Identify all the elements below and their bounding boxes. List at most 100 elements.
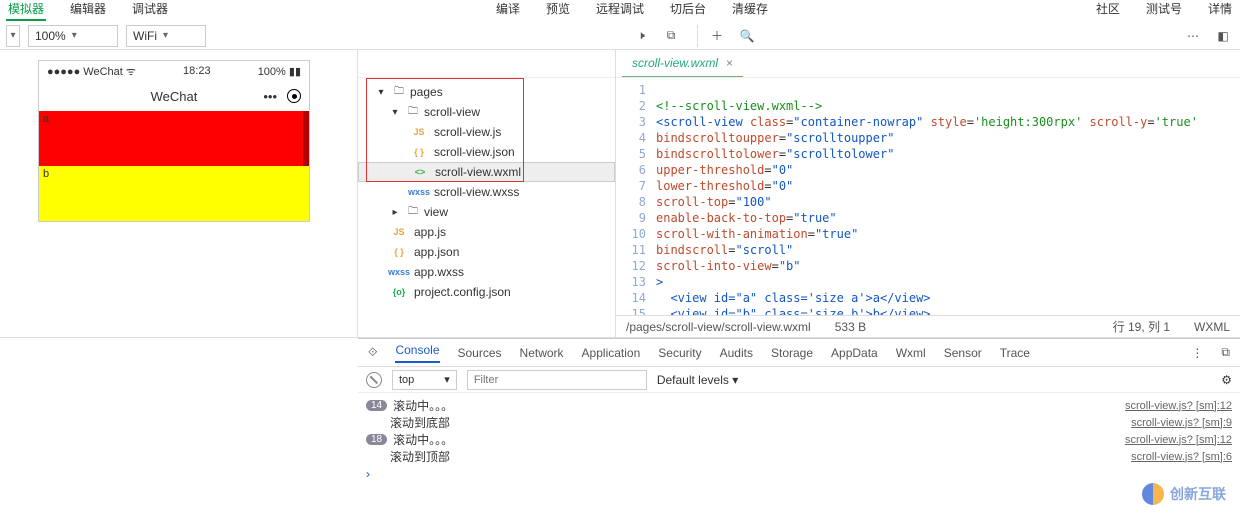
zoom-select[interactable]: 100% ▾ (28, 25, 118, 47)
tab-community[interactable]: 社区 (1094, 0, 1122, 21)
page-title: WeChat (151, 89, 198, 104)
carrier-label: ●●●●● WeChat ᯤ (47, 64, 136, 79)
tab-preview[interactable]: 预览 (544, 0, 572, 21)
source-link[interactable]: scroll-view.js? [sm]:6 (1131, 451, 1232, 463)
battery-label: 100% ▮▮ (258, 65, 301, 78)
source-link[interactable]: scroll-view.js? [sm]:9 (1131, 417, 1232, 429)
folder-icon: 🗀 (406, 104, 420, 121)
folder-icon: 🗀 (392, 84, 406, 101)
tab-debugger[interactable]: 调试器 (130, 0, 170, 21)
phone-statusbar: ●●●●● WeChat ᯤ 18:23 100% ▮▮ (39, 61, 309, 81)
js-icon: JS (388, 227, 410, 237)
toolbar: ▾ 100% ▾ WiFi▾ 🕨 ⧉ ＋ 🔍 ⋯ ◧ (0, 22, 1240, 50)
file-scroll-view-json[interactable]: { }scroll-view.json (358, 142, 615, 162)
inspect-icon[interactable]: ⟐ (368, 345, 377, 360)
file-app-wxss[interactable]: wxssapp.wxss (358, 262, 615, 282)
file-app-json[interactable]: { }app.json (358, 242, 615, 262)
zoom-value: 100% (35, 29, 66, 43)
context-select[interactable]: top▾ (392, 370, 457, 390)
wxss-icon: wxss (388, 267, 410, 277)
clear-console-icon[interactable] (366, 372, 382, 388)
file-scroll-view-js[interactable]: JSscroll-view.js (358, 122, 615, 142)
file-tree: ▾🗀pages ▾🗀scroll-view JSscroll-view.js {… (358, 78, 615, 306)
filter-input[interactable] (467, 370, 647, 390)
folder-icon: 🗀 (406, 204, 420, 221)
file-tree-panel: ▾🗀pages ▾🗀scroll-view JSscroll-view.js {… (358, 50, 616, 337)
menu-dots-icon[interactable]: ••• (263, 89, 277, 104)
chevron-down-icon: ▾ (388, 107, 402, 118)
more-icon[interactable]: ⋯ (1182, 25, 1204, 47)
file-app-js[interactable]: JSapp.js (358, 222, 615, 242)
file-scroll-view-wxml[interactable]: <>scroll-view.wxml (358, 162, 615, 182)
editor-tabs: scroll-view.wxml × (616, 50, 1240, 78)
tab-clear-cache[interactable]: 清缓存 (730, 0, 770, 21)
tab-bar-primary: 模拟器 编辑器 调试器 编译 预览 远程调试 切后台 清缓存 社区 测试号 详情 (0, 0, 1240, 22)
tab-appdata[interactable]: AppData (831, 346, 878, 360)
folder-scroll-view[interactable]: ▾🗀scroll-view (358, 102, 615, 122)
tab-security-dev[interactable]: Security (658, 346, 701, 360)
chevron-down-icon: ▾ (72, 30, 77, 41)
console-log: 14滚动中。。。scroll-view.js? [sm]:12 滚动到底部scr… (358, 393, 1240, 513)
log-row: 滚动到顶部scroll-view.js? [sm]:6 (366, 448, 1232, 465)
count-badge: 14 (366, 400, 387, 411)
tab-console[interactable]: Console (395, 343, 439, 363)
tab-sensor[interactable]: Sensor (944, 346, 982, 360)
count-badge: 18 (366, 434, 387, 445)
folder-view[interactable]: ▸🗀view (358, 202, 615, 222)
log-row: 18滚动中。。。scroll-view.js? [sm]:12 (366, 431, 1232, 448)
tab-test-account[interactable]: 测试号 (1144, 0, 1184, 21)
split-icon[interactable]: ◧ (1212, 25, 1234, 47)
close-icon[interactable]: × (726, 56, 733, 70)
search-icon[interactable]: 🔍 (736, 25, 758, 47)
view-b: b (39, 166, 309, 221)
source-link[interactable]: scroll-view.js? [sm]:12 (1125, 400, 1232, 412)
console-prompt[interactable]: › (366, 465, 1232, 482)
dock-icon[interactable]: ⧉ (1221, 345, 1230, 360)
tab-audits[interactable]: Audits (720, 346, 753, 360)
source-link[interactable]: scroll-view.js? [sm]:12 (1125, 434, 1232, 446)
close-target-icon[interactable] (287, 89, 301, 103)
detach-icon[interactable]: ⧉ (660, 25, 682, 47)
kebab-icon[interactable]: ⋮ (1191, 346, 1203, 360)
tab-remote-debug[interactable]: 远程调试 (594, 0, 646, 21)
config-icon: {o} (388, 287, 410, 297)
tab-compile[interactable]: 编译 (494, 0, 522, 21)
tab-details[interactable]: 详情 (1206, 0, 1234, 21)
chevron-right-icon: ▸ (388, 207, 402, 218)
device-select[interactable]: ▾ (6, 25, 20, 47)
add-icon[interactable]: ＋ (706, 25, 728, 47)
tab-sources[interactable]: Sources (458, 346, 502, 360)
editor-panel: scroll-view.wxml × 123456789101112131415… (616, 50, 1240, 337)
tab-storage[interactable]: Storage (771, 346, 813, 360)
levels-select[interactable]: Default levels ▾ (657, 373, 738, 387)
chevron-down-icon: ▾ (374, 87, 388, 98)
js-icon: JS (408, 127, 430, 137)
wxml-icon: <> (409, 167, 431, 177)
file-scroll-view-wxss[interactable]: wxssscroll-view.wxss (358, 182, 615, 202)
status-path: /pages/scroll-view/scroll-view.wxml (626, 320, 811, 334)
mute-icon[interactable]: 🕨 (630, 25, 652, 47)
tab-trace[interactable]: Trace (1000, 346, 1030, 360)
json-icon: { } (388, 247, 410, 257)
editor-tab-scroll-view[interactable]: scroll-view.wxml × (622, 50, 743, 77)
tab-simulator[interactable]: 模拟器 (6, 0, 46, 21)
code-content: <!--scroll-view.wxml--> <scroll-view cla… (656, 78, 1198, 315)
gear-icon[interactable]: ⚙ (1221, 373, 1232, 387)
log-row: 滚动到底部scroll-view.js? [sm]:9 (366, 414, 1232, 431)
network-select[interactable]: WiFi▾ (126, 25, 206, 47)
file-project-config[interactable]: {o}project.config.json (358, 282, 615, 302)
scroll-view-demo[interactable]: a b (39, 111, 309, 221)
tab-background[interactable]: 切后台 (668, 0, 708, 21)
folder-pages[interactable]: ▾🗀pages (358, 82, 615, 102)
code-editor[interactable]: 1234567891011121314151617 <!--scroll-vie… (616, 78, 1240, 315)
tab-application[interactable]: Application (582, 346, 641, 360)
simulator-panel: ●●●●● WeChat ᯤ 18:23 100% ▮▮ WeChat ••• … (0, 50, 358, 337)
console-toolbar: top▾ Default levels ▾ ⚙ (358, 367, 1240, 393)
tab-network[interactable]: Network (520, 346, 564, 360)
tab-editor[interactable]: 编辑器 (68, 0, 108, 21)
devtools-tabs: ⟐ Console Sources Network Application Se… (358, 339, 1240, 367)
chevron-down-icon: ▾ (163, 30, 168, 41)
tab-wxml[interactable]: Wxml (896, 346, 926, 360)
line-gutter: 1234567891011121314151617 (616, 78, 656, 315)
json-icon: { } (408, 147, 430, 157)
